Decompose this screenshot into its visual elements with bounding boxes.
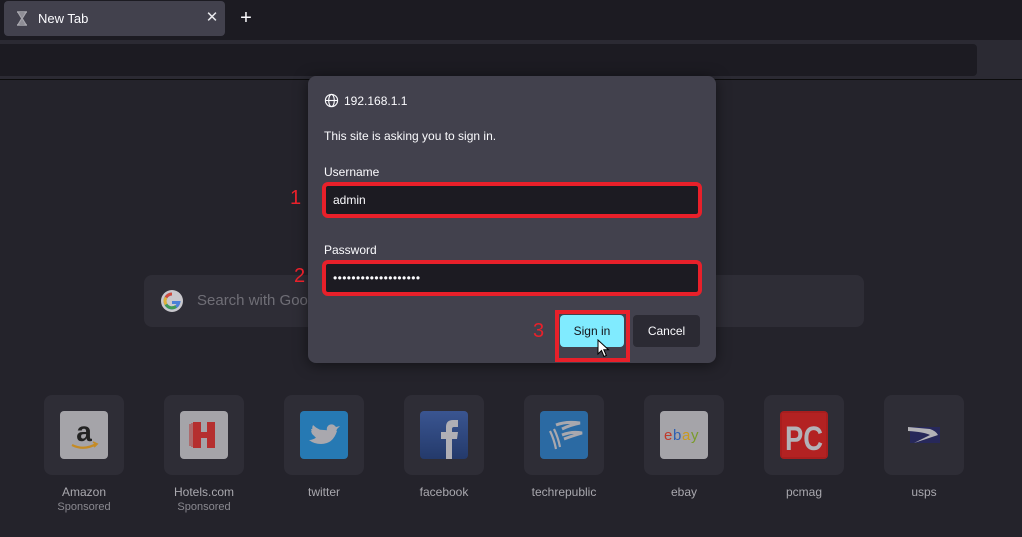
dialog-message: This site is asking you to sign in. bbox=[324, 129, 497, 143]
tab-strip: New Tab ✕ + bbox=[0, 0, 1022, 40]
password-value: ••••••••••••••••••• bbox=[333, 271, 421, 285]
top-site-twitter[interactable]: twitter bbox=[284, 395, 364, 499]
top-site-facebook[interactable]: facebook bbox=[404, 395, 484, 499]
step-3-marker: 3 bbox=[533, 320, 545, 342]
tile-box[interactable] bbox=[164, 395, 244, 475]
tile-box[interactable]: e b a y bbox=[644, 395, 724, 475]
nav-toolbar bbox=[0, 40, 1022, 80]
sponsored-label: Sponsored bbox=[57, 501, 111, 513]
sponsored-label: Sponsored bbox=[177, 501, 231, 513]
svg-text:y: y bbox=[691, 427, 699, 444]
globe-icon bbox=[324, 93, 339, 108]
dialog-host: 192.168.1.1 bbox=[324, 93, 407, 108]
ebay-icon: e b a y bbox=[660, 411, 708, 459]
tile-box[interactable] bbox=[404, 395, 484, 475]
address-bar[interactable] bbox=[0, 44, 977, 76]
usps-icon bbox=[908, 427, 940, 443]
close-tab-icon[interactable]: ✕ bbox=[204, 10, 220, 26]
svg-text:e: e bbox=[664, 427, 672, 444]
hotels-icon bbox=[180, 411, 228, 459]
mouse-cursor-icon bbox=[597, 339, 610, 358]
username-field[interactable]: admin bbox=[322, 182, 702, 218]
top-site-ebay[interactable]: e b a y ebay bbox=[644, 395, 724, 499]
svg-text:a: a bbox=[682, 427, 691, 444]
tab-title: New Tab bbox=[38, 11, 89, 26]
signin-highlight-fill bbox=[559, 347, 626, 358]
password-label: Password bbox=[324, 243, 377, 257]
tile-label: techrepublic bbox=[531, 485, 597, 499]
username-value: admin bbox=[333, 193, 366, 207]
tile-label: pcmag bbox=[785, 485, 823, 499]
top-site-techrepublic[interactable]: techrepublic bbox=[524, 395, 604, 499]
tile-box[interactable] bbox=[284, 395, 364, 475]
hourglass-icon bbox=[17, 11, 27, 26]
twitter-icon bbox=[300, 411, 348, 459]
step-1-marker: 1 bbox=[290, 187, 302, 209]
new-tab-button[interactable]: + bbox=[236, 8, 256, 28]
amazon-icon: a bbox=[60, 411, 108, 459]
tile-box[interactable] bbox=[884, 395, 964, 475]
google-icon bbox=[161, 290, 183, 312]
top-site-hotels[interactable]: Hotels.com Sponsored bbox=[164, 395, 244, 513]
auth-dialog: 192.168.1.1 This site is asking you to s… bbox=[308, 76, 716, 363]
tab-new-tab[interactable]: New Tab ✕ bbox=[4, 1, 225, 36]
tile-box[interactable]: a bbox=[44, 395, 124, 475]
dialog-host-text: 192.168.1.1 bbox=[344, 93, 408, 108]
tile-label: twitter bbox=[307, 485, 340, 499]
tile-box[interactable] bbox=[524, 395, 604, 475]
pcmag-icon: PC bbox=[780, 411, 828, 459]
tile-label: usps bbox=[911, 485, 937, 499]
step-2-marker: 2 bbox=[294, 265, 306, 287]
sign-in-button[interactable]: Sign in bbox=[560, 315, 624, 347]
svg-text:PC: PC bbox=[785, 420, 823, 458]
top-site-pcmag[interactable]: PC pcmag bbox=[764, 395, 844, 499]
search-placeholder: Search with Goog bbox=[197, 292, 317, 309]
tile-label: ebay bbox=[670, 485, 698, 499]
facebook-icon bbox=[420, 411, 468, 459]
svg-text:b: b bbox=[673, 427, 681, 444]
tile-label: Amazon bbox=[61, 485, 107, 499]
cancel-button[interactable]: Cancel bbox=[633, 315, 700, 347]
svg-text:a: a bbox=[76, 416, 92, 447]
tile-label: facebook bbox=[419, 485, 469, 499]
username-label: Username bbox=[324, 165, 380, 179]
password-field[interactable]: ••••••••••••••••••• bbox=[322, 260, 702, 296]
top-site-usps[interactable]: usps bbox=[884, 395, 964, 499]
top-site-amazon[interactable]: a Amazon Sponsored bbox=[44, 395, 124, 513]
tile-label: Hotels.com bbox=[173, 485, 235, 499]
tile-box[interactable]: PC bbox=[764, 395, 844, 475]
techrepublic-icon bbox=[540, 411, 588, 459]
